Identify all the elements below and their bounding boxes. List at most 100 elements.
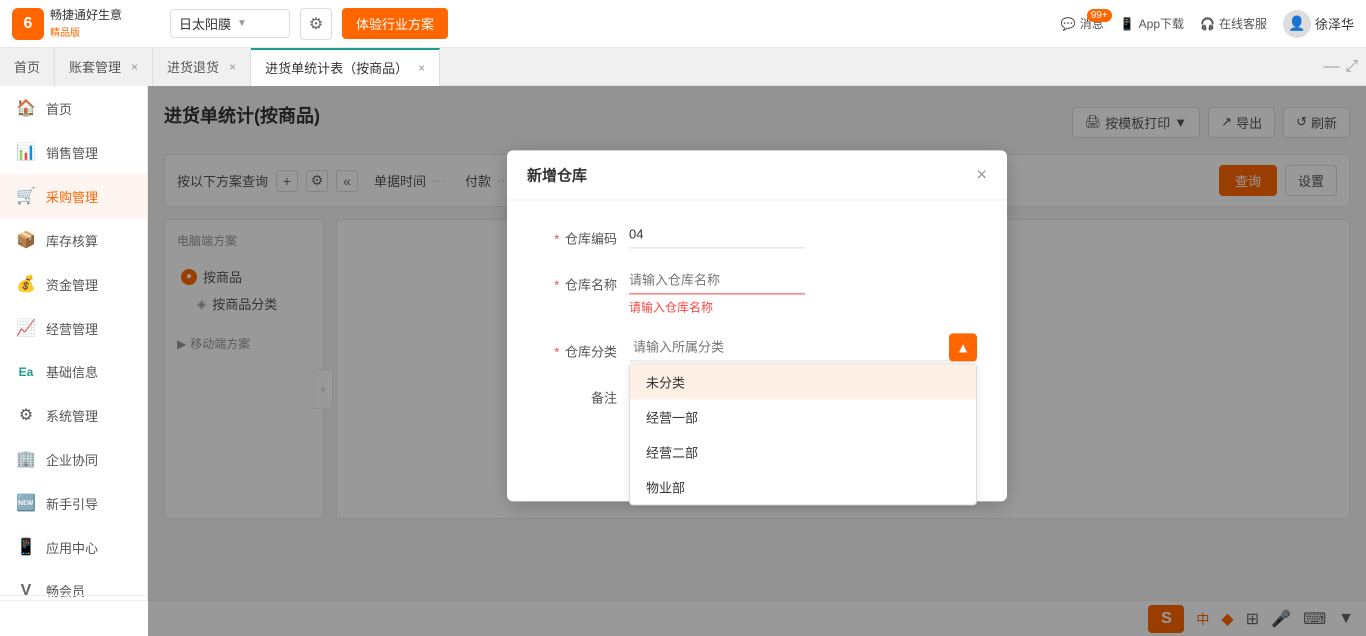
name-error-msg: 请输入仓库名称 — [629, 298, 977, 315]
logo-area: 6 畅捷通好生意 精品版 — [12, 8, 160, 40]
gear-button[interactable]: ⚙ — [300, 8, 332, 40]
sidebar-item-finance[interactable]: 💰 资金管理 — [0, 262, 147, 306]
tab-purchase-stat[interactable]: 进货单统计表（按商品） × — [251, 48, 440, 86]
tab-account-label: 账套管理 — [69, 57, 121, 76]
form-row-name: * 仓库名称 请输入仓库名称 — [537, 266, 977, 315]
sidebar-item-home[interactable]: 🏠 首页 — [0, 86, 147, 130]
message-icon: 💬 — [1061, 17, 1076, 31]
inventory-icon: 📦 — [16, 230, 36, 250]
sidebar-item-system[interactable]: ⚙ 系统管理 — [0, 393, 147, 437]
sidebar-item-sales[interactable]: 📊 销售管理 — [0, 130, 147, 174]
home-icon: 🏠 — [16, 98, 36, 118]
tab-home-label: 首页 — [14, 57, 40, 76]
sidebar-label-system: 系统管理 — [46, 406, 98, 425]
main-layout: 🏠 首页 📊 销售管理 🛒 采购管理 📦 库存核算 💰 资金管理 📈 经营管理 … — [0, 86, 1366, 636]
mobile-icon: 📱 — [1120, 17, 1135, 31]
store-selector[interactable]: 日太阳膜 ▼ — [170, 9, 290, 38]
top-header: 6 畅捷通好生意 精品版 日太阳膜 ▼ ⚙ 体验行业方案 💬 消息 99+ 📱 … — [0, 0, 1366, 48]
modal-close-button[interactable]: × — [976, 164, 987, 185]
category-option-ops1[interactable]: 经营一部 — [630, 399, 976, 434]
content-area: 进货单统计(按商品) 🖨 按模板打印 ▼ ↗ 导出 ↺ 刷新 — [148, 86, 1366, 636]
sidebar-label-purchase: 采购管理 — [46, 187, 98, 206]
sales-icon: 📊 — [16, 142, 36, 162]
category-option-property[interactable]: 物业部 — [630, 469, 976, 504]
headset-icon: 🎧 — [1200, 17, 1215, 31]
online-service-item[interactable]: 🎧 在线客服 — [1200, 15, 1267, 32]
sidebar-label-home: 首页 — [46, 99, 72, 118]
tab-purchase-stat-label: 进货单统计表（按商品） — [265, 58, 408, 77]
tab-controls[interactable]: — ⤢ — [1315, 58, 1366, 76]
logo-text: 畅捷通好生意 — [50, 8, 122, 24]
store-name: 日太阳膜 — [179, 14, 231, 33]
modal-body: * 仓库编码 * 仓库名称 请输入仓库名称 — [507, 200, 1007, 445]
message-item[interactable]: 💬 消息 99+ — [1061, 15, 1104, 32]
tab-purchase-return-label: 进货退货 — [167, 57, 219, 76]
app-download-item[interactable]: 📱 App下载 — [1120, 15, 1184, 32]
modal-title: 新增仓库 — [527, 164, 587, 185]
user-avatar: 👤 — [1283, 10, 1311, 38]
sidebar: 🏠 首页 📊 销售管理 🛒 采购管理 📦 库存核算 💰 资金管理 📈 经营管理 … — [0, 86, 148, 636]
user-name: 徐泽华 — [1315, 14, 1354, 33]
remark-label: 备注 — [537, 379, 617, 406]
logo-sub: 精品版 — [50, 24, 122, 39]
system-icon: ⚙ — [16, 405, 36, 425]
form-row-category: * 仓库分类 ▲ 未分类 经营一部 经营二部 物业部 — [537, 333, 977, 361]
tab-purchase-return-close[interactable]: × — [229, 60, 236, 74]
operations-icon: 📈 — [16, 318, 36, 338]
trial-button[interactable]: 体验行业方案 — [342, 8, 448, 39]
gear-icon: ⚙ — [309, 14, 323, 34]
sidebar-item-enterprise[interactable]: 🏢 企业协同 — [0, 437, 147, 481]
tab-account-close[interactable]: × — [131, 60, 138, 74]
category-input[interactable] — [629, 333, 977, 360]
tab-home[interactable]: 首页 — [0, 48, 55, 86]
name-label: * 仓库名称 — [537, 266, 617, 293]
sidebar-item-basic[interactable]: Ea 基础信息 — [0, 350, 147, 393]
tab-purchase-return[interactable]: 进货退货 × — [153, 48, 251, 86]
chevron-down-icon: ▼ — [237, 18, 247, 29]
basic-icon: Ea — [16, 365, 36, 379]
new-warehouse-modal: 新增仓库 × * 仓库编码 * — [507, 150, 1007, 501]
category-toggle-button[interactable]: ▲ — [949, 333, 977, 361]
name-field-wrap: 请输入仓库名称 — [629, 266, 977, 315]
sidebar-label-basic: 基础信息 — [46, 362, 98, 381]
tab-bar: 首页 账套管理 × 进货退货 × 进货单统计表（按商品） × — ⤢ — [0, 48, 1366, 86]
warehouse-code-input[interactable] — [629, 220, 805, 248]
app-center-icon: 📱 — [16, 537, 36, 557]
sidebar-label-inventory: 库存核算 — [46, 231, 98, 250]
finance-icon: 💰 — [16, 274, 36, 294]
sidebar-label-finance: 资金管理 — [46, 275, 98, 294]
user-info[interactable]: 👤 徐泽华 — [1283, 10, 1354, 38]
sidebar-item-operations[interactable]: 📈 经营管理 — [0, 306, 147, 350]
logo-icon: 6 — [12, 8, 44, 40]
tab-minimize-icon[interactable]: — — [1323, 58, 1339, 76]
service-label: 在线客服 — [1219, 15, 1267, 32]
category-option-ops2[interactable]: 经营二部 — [630, 434, 976, 469]
sidebar-label-guide: 新手引导 — [46, 494, 98, 513]
code-label: * 仓库编码 — [537, 220, 617, 247]
sidebar-label-operations: 经营管理 — [46, 319, 98, 338]
code-field-wrap — [629, 220, 977, 248]
category-option-uncategorized[interactable]: 未分类 — [630, 364, 976, 399]
sidebar-label-enterprise: 企业协同 — [46, 450, 98, 469]
enterprise-icon: 🏢 — [16, 449, 36, 469]
modal-header: 新增仓库 × — [507, 150, 1007, 200]
category-dropdown-list: 未分类 经营一部 经营二部 物业部 — [629, 363, 977, 505]
app-label: App下载 — [1139, 15, 1184, 32]
category-label: * 仓库分类 — [537, 333, 617, 360]
tab-account[interactable]: 账套管理 × — [55, 48, 153, 86]
category-field-wrap: ▲ 未分类 经营一部 经营二部 物业部 — [629, 333, 977, 361]
sidebar-item-guide[interactable]: 🆕 新手引导 — [0, 481, 147, 525]
sidebar-item-app-center[interactable]: 📱 应用中心 — [0, 525, 147, 569]
sidebar-label-sales: 销售管理 — [46, 143, 98, 162]
sidebar-item-inventory[interactable]: 📦 库存核算 — [0, 218, 147, 262]
sidebar-label-app-center: 应用中心 — [46, 538, 98, 557]
sidebar-item-purchase[interactable]: 🛒 采购管理 — [0, 174, 147, 218]
guide-icon: 🆕 — [16, 493, 36, 513]
message-badge: 99+ — [1087, 9, 1112, 22]
header-actions: 💬 消息 99+ 📱 App下载 🎧 在线客服 👤 徐泽华 — [1061, 10, 1354, 38]
tab-expand-icon[interactable]: ⤢ — [1345, 58, 1358, 76]
warehouse-name-input[interactable] — [629, 266, 805, 294]
form-row-code: * 仓库编码 — [537, 220, 977, 248]
tab-purchase-stat-close[interactable]: × — [418, 61, 425, 75]
purchase-icon: 🛒 — [16, 186, 36, 206]
